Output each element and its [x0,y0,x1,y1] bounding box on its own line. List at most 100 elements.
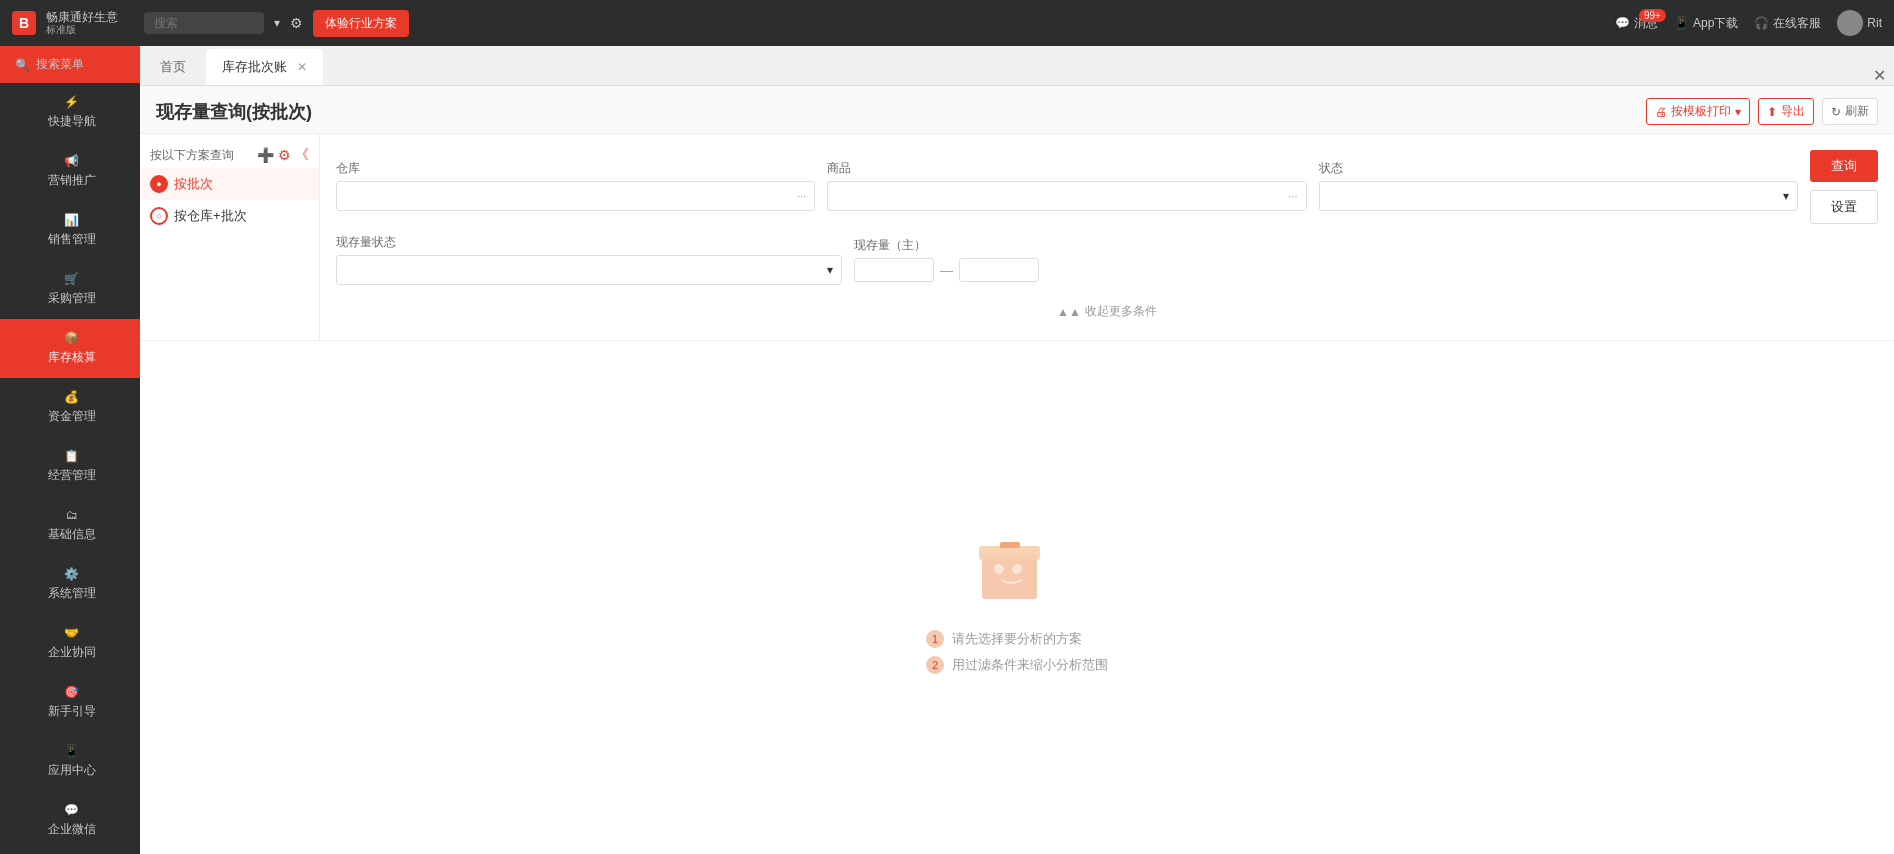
sidebar-item-quick-nav[interactable]: ⚡ 快捷导航 [0,83,140,142]
tab-global-close-icon[interactable]: ✕ [1865,66,1894,85]
empty-tip-1: 1 请先选择要分析的方案 [926,630,1108,648]
app-title: 畅康通好生意 [46,10,118,24]
sidebar-item-search[interactable]: 🔍 搜索菜单 [0,46,140,83]
empty-tips: 1 请先选择要分析的方案 2 用过滤条件来缩小分析范围 [926,630,1108,682]
sidebar-item-basics-label: 基础信息 [48,526,96,543]
sidebar-item-marketing[interactable]: 📢 营销推广 [0,142,140,201]
collapse-up-icon: ▲▲ [1057,305,1081,319]
app-logo: B [12,11,36,35]
settings-btn[interactable]: 设置 [1810,190,1878,224]
topbar: B 畅康通好生意 标准版 ▾ ⚙ 体验行业方案 💬 消息 99+ 📱 App下载… [0,0,1894,46]
scheme-add-btn[interactable]: ➕ [257,146,274,164]
print-dropdown-icon: ▾ [1735,105,1741,119]
sidebar: 🔍 搜索菜单 ⚡ 快捷导航 📢 营销推广 📊 销售管理 🛒 采购管理 📦 库存核… [0,46,140,854]
stock-qty-max-input[interactable] [959,258,1039,282]
app-download-icon: 📱 [1674,16,1689,30]
stock-qty-label: 现存量（主） [854,237,1360,254]
svg-rect-1 [979,546,1040,560]
svg-point-4 [1012,564,1022,574]
tip-num-1: 1 [926,630,944,648]
sidebar-item-operations[interactable]: 📋 经营管理 [0,437,140,496]
online-service-label: 在线客服 [1773,15,1821,32]
main-layout: 🔍 搜索菜单 ⚡ 快捷导航 📢 营销推广 📊 销售管理 🛒 采购管理 📦 库存核… [0,46,1894,854]
enterprise-icon: 🤝 [64,626,79,640]
sidebar-item-purchase[interactable]: 🛒 采购管理 [0,260,140,319]
sidebar-item-guide-label: 新手引导 [48,703,96,720]
warehouse-more-icon: ··· [797,190,806,202]
sidebar-item-enterprise-label: 企业协同 [48,644,96,661]
search-dropdown-btn[interactable]: ▾ [274,16,280,30]
sidebar-item-guide[interactable]: 🎯 新手引导 [0,673,140,732]
scheme-panel-actions: ➕ ⚙ 《 [257,146,309,164]
scheme-by-batch-icon: ● [150,175,168,193]
collapse-btn[interactable]: ▲▲ 收起更多条件 [336,295,1878,328]
query-btn[interactable]: 查询 [1810,150,1878,182]
scheme-by-warehouse-batch-icon: ○ [150,207,168,225]
settings-gear-btn[interactable]: ⚙ [290,15,303,31]
range-separator: — [940,263,953,278]
sidebar-item-search-label: 搜索菜单 [36,56,84,73]
sales-icon: 📊 [64,213,79,227]
product-field: 商品 ··· [827,160,1306,211]
topbar-search-input[interactable] [144,12,264,34]
scheme-collapse-left-btn[interactable]: 《 [295,146,309,164]
scheme-panel-title: 按以下方案查询 [150,147,234,164]
tab-home[interactable]: 首页 [144,49,202,85]
page-content: 现存量查询(按批次) 🖨 按模板打印 ▾ ⬆ 导出 ↻ 刷新 [140,86,1894,854]
refresh-btn[interactable]: ↻ 刷新 [1822,98,1878,125]
scheme-item-by-batch[interactable]: ● 按批次 [140,168,319,200]
svg-point-3 [994,564,1004,574]
tab-close-icon[interactable]: ✕ [297,60,307,74]
filter-area: 按以下方案查询 ➕ ⚙ 《 ● 按批次 ○ 按仓库+批次 [140,134,1894,341]
sidebar-item-inventory[interactable]: 📦 库存核算 [0,319,140,378]
tab-batch-account[interactable]: 库存批次账 ✕ [206,49,323,85]
warehouse-input[interactable]: ··· [336,181,815,211]
purchase-icon: 🛒 [64,272,79,286]
product-input[interactable]: ··· [827,181,1306,211]
app-download-btn[interactable]: 📱 App下载 [1674,15,1738,32]
stock-status-select[interactable]: ▾ [336,255,842,285]
status-field: 状态 ▾ [1319,160,1798,211]
page-title: 现存量查询(按批次) [156,100,312,124]
stock-status-label: 现存量状态 [336,234,842,251]
empty-tip-1-text: 请先选择要分析的方案 [952,630,1082,648]
sidebar-item-finance-label: 资金管理 [48,408,96,425]
sidebar-item-apps[interactable]: 📱 应用中心 [0,732,140,791]
empty-state: 1 请先选择要分析的方案 2 用过滤条件来缩小分析范围 [140,341,1894,854]
print-label: 按模板打印 [1671,103,1731,120]
wechat-icon: 💬 [64,803,79,817]
print-btn[interactable]: 🖨 按模板打印 ▾ [1646,98,1750,125]
empty-tip-2-text: 用过滤条件来缩小分析范围 [952,656,1108,674]
export-btn[interactable]: ⬆ 导出 [1758,98,1814,125]
page-header: 现存量查询(按批次) 🖨 按模板打印 ▾ ⬆ 导出 ↻ 刷新 [140,86,1894,134]
user-avatar[interactable]: Rit [1837,10,1882,36]
online-service-btn[interactable]: 🎧 在线客服 [1754,15,1821,32]
collapse-label: 收起更多条件 [1085,303,1157,320]
app-download-label: App下载 [1693,15,1738,32]
stock-status-field: 现存量状态 ▾ [336,234,842,285]
sidebar-item-enterprise[interactable]: 🤝 企业协同 [0,614,140,673]
scheme-panel-header: 按以下方案查询 ➕ ⚙ 《 [140,142,319,168]
messages-btn[interactable]: 💬 消息 99+ [1615,15,1658,32]
basics-icon: 🗂 [66,508,78,522]
sidebar-item-wechat[interactable]: 💬 企业微信 [0,791,140,850]
trial-btn[interactable]: 体验行业方案 [313,10,409,37]
scheme-item-by-warehouse-batch[interactable]: ○ 按仓库+批次 [140,200,319,232]
status-label: 状态 [1319,160,1798,177]
messages-badge: 99+ [1639,9,1666,22]
scheme-panel: 按以下方案查询 ➕ ⚙ 《 ● 按批次 ○ 按仓库+批次 [140,134,320,340]
sidebar-item-system[interactable]: ⚙️ 系统管理 [0,555,140,614]
sidebar-item-finance[interactable]: 💰 资金管理 [0,378,140,437]
status-dropdown-icon: ▾ [1783,189,1789,203]
sidebar-item-basics[interactable]: 🗂 基础信息 [0,496,140,555]
stock-qty-min-input[interactable] [854,258,934,282]
sidebar-item-sales[interactable]: 📊 销售管理 [0,201,140,260]
guide-icon: 🎯 [64,685,79,699]
sidebar-item-member[interactable]: 👑 畅会员 [0,850,140,854]
status-select[interactable]: ▾ [1319,181,1798,211]
stock-qty-range: — [854,258,1360,282]
warehouse-field: 仓库 ··· [336,160,815,211]
marketing-icon: 📢 [64,154,79,168]
scheme-settings-btn[interactable]: ⚙ [278,146,291,164]
avatar-img [1837,10,1863,36]
